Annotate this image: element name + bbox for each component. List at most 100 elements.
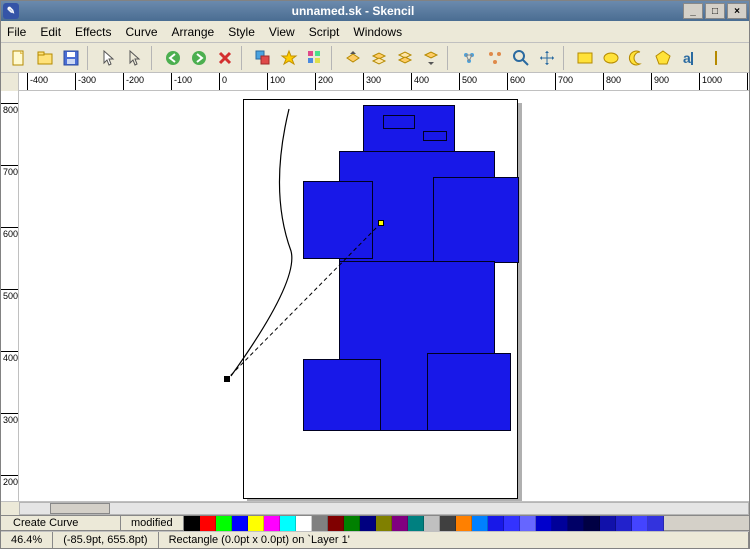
color-swatch[interactable] — [536, 516, 552, 532]
polygon-tool-icon[interactable] — [651, 46, 675, 70]
line-tool-icon[interactable] — [703, 46, 727, 70]
close-button[interactable]: × — [727, 3, 747, 19]
canvas[interactable] — [19, 91, 749, 501]
pan-icon[interactable] — [535, 46, 559, 70]
color-swatch[interactable] — [424, 516, 440, 532]
pointer-icon[interactable] — [97, 46, 121, 70]
save-doc-icon[interactable] — [59, 46, 83, 70]
menu-edit[interactable]: Edit — [40, 25, 61, 39]
color-swatch[interactable] — [632, 516, 648, 532]
shapes-union-icon[interactable] — [251, 46, 275, 70]
color-swatch[interactable] — [504, 516, 520, 532]
color-swatch[interactable] — [456, 516, 472, 532]
color-swatch[interactable] — [344, 516, 360, 532]
layer-lower-icon[interactable] — [419, 46, 443, 70]
menu-style[interactable]: Style — [228, 25, 255, 39]
color-swatch[interactable] — [440, 516, 456, 532]
color-swatch[interactable] — [312, 516, 328, 532]
vruler-tick: 400 — [1, 351, 19, 352]
layer-down-icon[interactable] — [393, 46, 417, 70]
workarea: -400-300-200-100010020030040050060070080… — [1, 73, 749, 515]
menubar: File Edit Effects Curve Arrange Style Vi… — [1, 21, 749, 43]
hruler-tick: 500 — [459, 73, 460, 90]
svg-text:a: a — [683, 50, 691, 66]
ungroup-icon[interactable] — [483, 46, 507, 70]
minimize-button[interactable]: _ — [683, 3, 703, 19]
new-doc-icon[interactable] — [7, 46, 31, 70]
color-swatch[interactable] — [376, 516, 392, 532]
undo-icon[interactable] — [161, 46, 185, 70]
vruler-tick: 800 — [1, 103, 19, 104]
menu-curve[interactable]: Curve — [126, 25, 158, 39]
menu-effects[interactable]: Effects — [75, 25, 111, 39]
status-zoom: 46.4% — [1, 532, 53, 548]
color-swatch[interactable] — [552, 516, 568, 532]
bezier-curve — [19, 91, 749, 501]
rect-tool-icon[interactable] — [573, 46, 597, 70]
menu-windows[interactable]: Windows — [353, 25, 402, 39]
color-swatch[interactable] — [280, 516, 296, 532]
delete-icon[interactable] — [213, 46, 237, 70]
hruler-tick: 1100 — [747, 73, 748, 90]
text-tool-icon[interactable]: a — [677, 46, 701, 70]
horizontal-scrollbar[interactable] — [1, 501, 749, 515]
select-icon[interactable] — [123, 46, 147, 70]
layer-raise-icon[interactable] — [341, 46, 365, 70]
color-swatch[interactable] — [328, 516, 344, 532]
hruler-tick: 100 — [267, 73, 268, 90]
redo-icon[interactable] — [187, 46, 211, 70]
menu-script[interactable]: Script — [309, 25, 340, 39]
scrollbar-thumb[interactable] — [50, 503, 110, 514]
toolbar: a — [1, 43, 749, 73]
vertical-ruler: 800700600500400300200 — [1, 91, 19, 501]
hruler-tick: 200 — [315, 73, 316, 90]
maximize-button[interactable]: □ — [705, 3, 725, 19]
color-swatch[interactable] — [264, 516, 280, 532]
titlebar[interactable]: ✎ unnamed.sk - Skencil _ □ × — [1, 1, 749, 21]
color-swatch[interactable] — [296, 516, 312, 532]
hruler-tick: -400 — [27, 73, 28, 90]
zoom-icon[interactable] — [509, 46, 533, 70]
window-title: unnamed.sk - Skencil — [25, 4, 681, 18]
menu-arrange[interactable]: Arrange — [172, 25, 215, 39]
statusbar: 46.4% (-85.9pt, 655.8pt) Rectangle (0.0p… — [1, 531, 749, 548]
color-swatch[interactable] — [472, 516, 488, 532]
color-swatch[interactable] — [360, 516, 376, 532]
color-swatch[interactable] — [232, 516, 248, 532]
tool-mode-label: Create Curve — [1, 516, 121, 530]
color-swatch[interactable] — [520, 516, 536, 532]
vruler-tick: 300 — [1, 413, 19, 414]
color-swatch[interactable] — [616, 516, 632, 532]
vruler-tick: 700 — [1, 165, 19, 166]
color-swatch[interactable] — [200, 516, 216, 532]
color-swatch[interactable] — [216, 516, 232, 532]
color-swatch[interactable] — [184, 516, 200, 532]
layer-up-icon[interactable] — [367, 46, 391, 70]
color-swatch[interactable] — [648, 516, 664, 532]
doc-state-label: modified — [121, 516, 184, 530]
menu-view[interactable]: View — [269, 25, 295, 39]
open-doc-icon[interactable] — [33, 46, 57, 70]
group-icon[interactable] — [457, 46, 481, 70]
color-swatch[interactable] — [248, 516, 264, 532]
hruler-tick: 900 — [651, 73, 652, 90]
curve-control-point[interactable] — [378, 220, 384, 226]
color-swatch[interactable] — [408, 516, 424, 532]
app-icon: ✎ — [3, 3, 19, 19]
color-swatch[interactable] — [600, 516, 616, 532]
status-selection: Rectangle (0.0pt x 0.0pt) on `Layer 1' — [159, 532, 749, 548]
grid-tool-icon[interactable] — [303, 46, 327, 70]
hruler-tick: 1000 — [699, 73, 700, 90]
curve-end-point[interactable] — [224, 376, 230, 382]
color-swatch[interactable] — [488, 516, 504, 532]
palette-row: Create Curve modified — [1, 515, 749, 531]
menu-file[interactable]: File — [7, 25, 26, 39]
star-tool-icon[interactable] — [277, 46, 301, 70]
hruler-tick: 600 — [507, 73, 508, 90]
color-swatch[interactable] — [584, 516, 600, 532]
color-swatch[interactable] — [392, 516, 408, 532]
color-swatch[interactable] — [568, 516, 584, 532]
moon-tool-icon[interactable] — [625, 46, 649, 70]
hruler-tick: 0 — [219, 73, 220, 90]
ellipse-tool-icon[interactable] — [599, 46, 623, 70]
